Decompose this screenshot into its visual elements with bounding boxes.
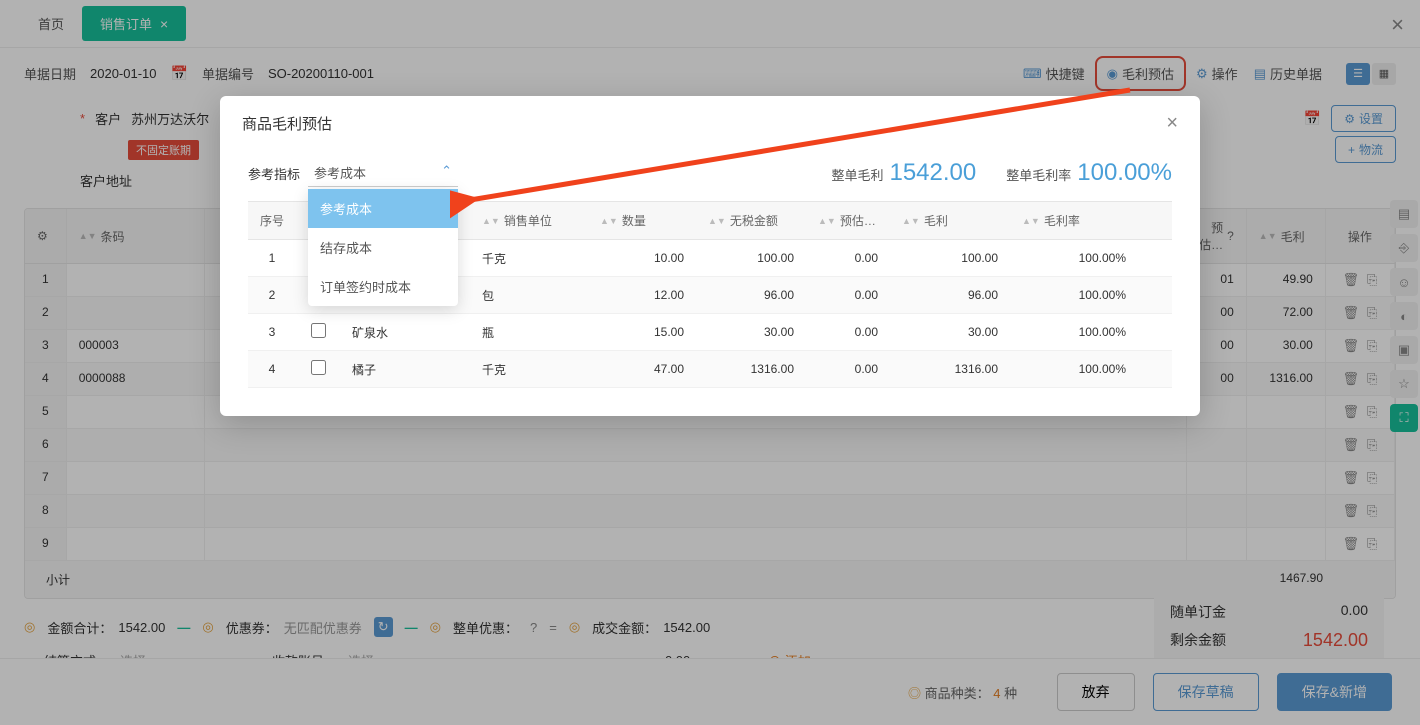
cell-amount: 96.00 [696,279,806,311]
chevron-up-icon[interactable]: ⌃ [441,163,452,182]
modal-table-row[interactable]: 3矿泉水瓶15.0030.000.0030.00100.00% [248,314,1172,351]
cell-unit: 包 [470,278,588,313]
row-checkbox[interactable] [311,360,326,375]
col-unit-label: 销售单位 [504,212,552,229]
modal-header: 商品毛利预估 × [220,96,1200,151]
col-qty[interactable]: ▲▼ 数量 [588,202,696,239]
dropdown-option[interactable]: 参考成本 [308,189,458,228]
cell-pred: 0.00 [806,242,890,274]
total-rate-label: 整单毛利率 [1006,168,1071,183]
sort-icon[interactable]: ▲▼ [708,218,726,224]
col-amount[interactable]: ▲▼ 无税金额 [696,202,806,239]
modal-title: 商品毛利预估 [242,113,332,134]
cell-index: 2 [248,279,296,311]
col-unit[interactable]: ▲▼ 销售单位 [470,202,588,239]
cell-qty: 15.00 [588,316,696,348]
modal-backdrop[interactable]: 商品毛利预估 × 参考指标 参考成本 ⌃ 参考成本 结存成本 订单签约时成本 整… [0,0,1420,725]
cell-unit: 千克 [470,241,588,276]
cell-profit: 100.00 [890,242,1010,274]
col-profit[interactable]: ▲▼ 毛利 [890,202,1010,239]
cell-unit: 瓶 [470,315,588,350]
cell-checkbox[interactable] [296,314,340,350]
sort-icon[interactable]: ▲▼ [600,218,618,224]
col-pred[interactable]: ▲▼ 预估… [806,202,890,239]
ref-indicator-label: 参考指标 [248,164,300,183]
cell-rate: 100.00% [1010,242,1138,274]
row-checkbox[interactable] [311,323,326,338]
cell-rate: 100.00% [1010,316,1138,348]
col-qty-label: 数量 [622,212,646,229]
ref-indicator-select[interactable]: 参考成本 ⌃ 参考成本 结存成本 订单签约时成本 [308,159,458,187]
cell-profit: 30.00 [890,316,1010,348]
cell-pred: 0.00 [806,316,890,348]
col-rate[interactable]: ▲▼ 毛利率 [1010,202,1138,239]
cell-amount: 30.00 [696,316,806,348]
cell-qty: 47.00 [588,353,696,385]
cell-name: 橘子 [340,352,470,387]
cell-amount: 100.00 [696,242,806,274]
cell-index: 1 [248,242,296,274]
cell-profit: 96.00 [890,279,1010,311]
ref-selected-value: 参考成本 [314,163,366,182]
sort-icon[interactable]: ▲▼ [818,218,836,224]
col-amount-label: 无税金额 [730,212,778,229]
cell-checkbox[interactable] [296,351,340,387]
cell-amount: 1316.00 [696,353,806,385]
sort-icon[interactable]: ▲▼ [902,218,920,224]
modal-metrics: 整单毛利 1542.00 整单毛利率 100.00% [831,159,1172,187]
cell-name: 矿泉水 [340,315,470,350]
sort-icon[interactable]: ▲▼ [482,218,500,224]
modal-table-row[interactable]: 4橘子千克47.001316.000.001316.00100.00% [248,351,1172,388]
total-profit-label: 整单毛利 [831,168,883,183]
col-profit-label: 毛利 [924,212,948,229]
cell-pred: 0.00 [806,279,890,311]
profit-estimate-modal: 商品毛利预估 × 参考指标 参考成本 ⌃ 参考成本 结存成本 订单签约时成本 整… [220,96,1200,416]
cell-unit: 千克 [470,352,588,387]
dropdown-option[interactable]: 订单签约时成本 [308,267,458,306]
cell-profit: 1316.00 [890,353,1010,385]
cell-rate: 100.00% [1010,353,1138,385]
total-profit-value: 1542.00 [889,159,976,186]
cell-qty: 12.00 [588,279,696,311]
col-index: 序号 [248,202,296,239]
col-pred-label: 预估… [840,212,876,229]
sort-icon[interactable]: ▲▼ [1022,218,1040,224]
dropdown-option[interactable]: 结存成本 [308,228,458,267]
col-rate-label: 毛利率 [1044,212,1080,229]
cell-index: 3 [248,316,296,348]
ref-dropdown: 参考成本 结存成本 订单签约时成本 [308,189,458,306]
cell-rate: 100.00% [1010,279,1138,311]
modal-top-bar: 参考指标 参考成本 ⌃ 参考成本 结存成本 订单签约时成本 整单毛利 1542.0… [220,151,1200,201]
cell-index: 4 [248,353,296,385]
cell-pred: 0.00 [806,353,890,385]
close-icon[interactable]: × [1166,112,1178,135]
cell-qty: 10.00 [588,242,696,274]
total-rate-value: 100.00% [1077,159,1172,186]
